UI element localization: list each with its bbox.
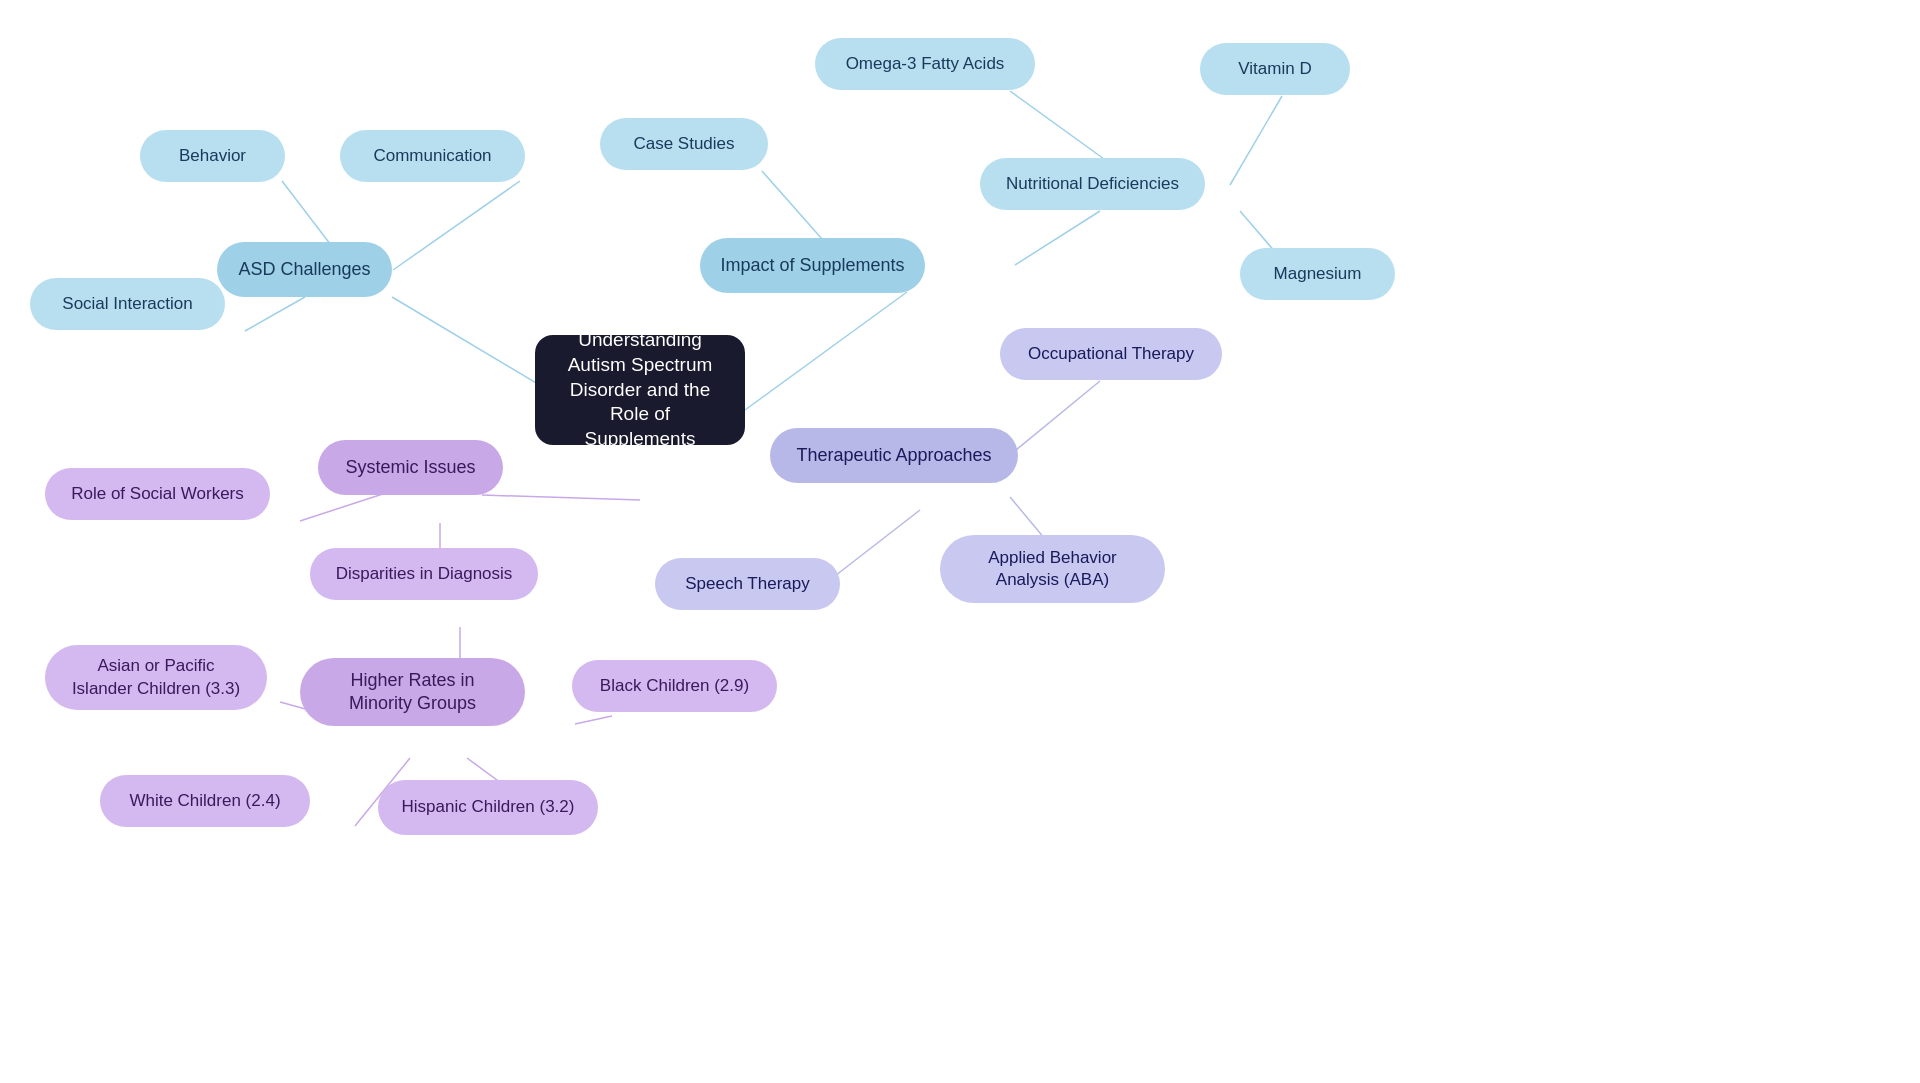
role-social-workers-node: Role of Social Workers — [45, 468, 270, 520]
svg-line-3 — [245, 297, 305, 331]
aba-node: Applied Behavior Analysis (ABA) — [940, 535, 1165, 603]
svg-line-19 — [575, 716, 612, 724]
therapeutic-approaches-node: Therapeutic Approaches — [770, 428, 1018, 483]
nutritional-deficiencies-node: Nutritional Deficiencies — [980, 158, 1205, 210]
hispanic-children-node: Hispanic Children (3.2) — [378, 780, 598, 835]
svg-line-6 — [1015, 211, 1100, 265]
black-children-node: Black Children (2.9) — [572, 660, 777, 712]
svg-line-11 — [1010, 381, 1100, 455]
social-interaction-node: Social Interaction — [30, 278, 225, 330]
asd-challenges-node: ASD Challenges — [217, 242, 392, 297]
svg-line-4 — [745, 292, 907, 410]
omega3-node: Omega-3 Fatty Acids — [815, 38, 1035, 90]
disparities-diagnosis-node: Disparities in Diagnosis — [310, 548, 538, 600]
case-studies-node: Case Studies — [600, 118, 768, 170]
systemic-issues-node: Systemic Issues — [318, 440, 503, 495]
impact-supplements-node: Impact of Supplements — [700, 238, 925, 293]
occupational-therapy-node: Occupational Therapy — [1000, 328, 1222, 380]
white-children-node: White Children (2.4) — [100, 775, 310, 827]
asian-pacific-node: Asian or Pacific Islander Children (3.3) — [45, 645, 267, 710]
speech-therapy-node: Speech Therapy — [655, 558, 840, 610]
svg-line-2 — [393, 181, 520, 270]
communication-node: Communication — [340, 130, 525, 182]
behavior-node: Behavior — [140, 130, 285, 182]
svg-line-14 — [482, 495, 640, 500]
higher-rates-node: Higher Rates in Minority Groups — [300, 658, 525, 726]
vitamin-d-node: Vitamin D — [1200, 43, 1350, 95]
magnesium-node: Magnesium — [1240, 248, 1395, 300]
svg-line-8 — [1230, 96, 1282, 185]
center-node: Understanding Autism Spectrum Disorder a… — [535, 335, 745, 445]
